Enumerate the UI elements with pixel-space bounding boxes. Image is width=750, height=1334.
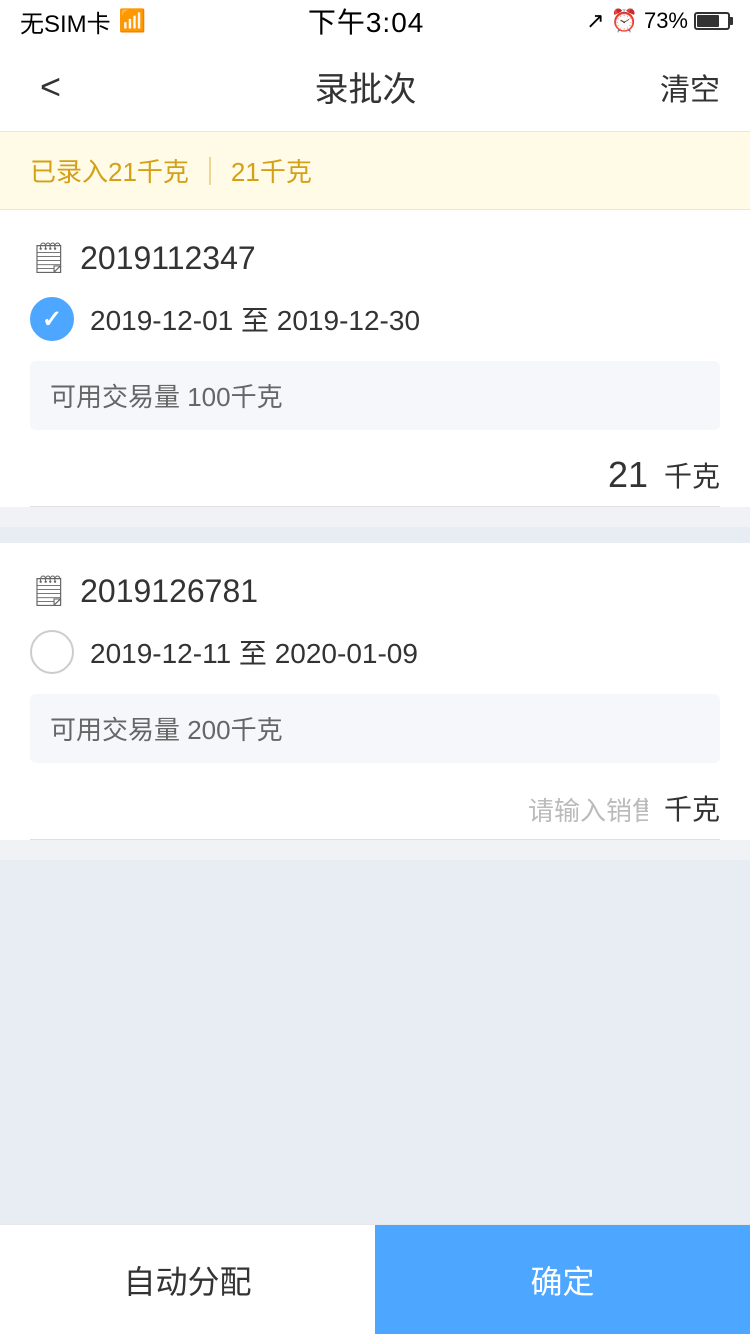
batch-date-1: 2019-12-01 至 2019-12-30 bbox=[90, 299, 420, 339]
batch-header-1: 🗒 2019112347 bbox=[0, 210, 750, 287]
clear-button[interactable]: 清空 bbox=[660, 65, 720, 109]
batch-checkbox-2[interactable] bbox=[30, 630, 74, 674]
summary-bar: 已录入21千克 21千克 bbox=[0, 132, 750, 210]
batch-date-2: 2019-12-11 至 2020-01-09 bbox=[90, 632, 418, 672]
summary-divider bbox=[209, 157, 211, 185]
batch-quantity-divider-1 bbox=[30, 506, 720, 507]
location-icon: ↗ bbox=[586, 8, 604, 34]
wifi-icon: 📶 bbox=[119, 8, 146, 34]
batch-card-1: 🗒 2019112347 2019-12-01 至 2019-12-30 可用交… bbox=[0, 210, 750, 507]
batch-available-1: 可用交易量 100千克 bbox=[30, 361, 720, 430]
status-bar: 无SIM卡 📶 下午3:04 ↗ ⏰ 73% bbox=[0, 0, 750, 42]
batch-header-2: 🗒 2019126781 bbox=[0, 543, 750, 620]
batch-number-2: 2019126781 bbox=[80, 573, 258, 610]
batch-quantity-input-1[interactable] bbox=[528, 454, 648, 496]
status-time: 下午3:04 bbox=[308, 1, 425, 41]
batch-available-2: 可用交易量 200千克 bbox=[30, 694, 720, 763]
empty-area bbox=[0, 860, 750, 1260]
summary-label: 已录入21千克 bbox=[30, 152, 189, 189]
batch-quantity-input-2[interactable] bbox=[528, 787, 648, 829]
carrier-text: 无SIM卡 bbox=[20, 4, 111, 39]
batch-checkbox-1[interactable] bbox=[30, 297, 74, 341]
status-right: ↗ ⏰ 73% bbox=[586, 8, 730, 34]
status-carrier: 无SIM卡 📶 bbox=[20, 4, 146, 39]
batch-quantity-row-1: 千克 bbox=[0, 430, 750, 506]
batch-quantity-row-2: 千克 bbox=[0, 763, 750, 839]
batch-number-1: 2019112347 bbox=[80, 240, 256, 277]
batch-icon-1: 🗒 bbox=[30, 241, 68, 276]
confirm-button[interactable]: 确定 bbox=[375, 1225, 750, 1334]
batch-card-2: 🗒 2019126781 2019-12-11 至 2020-01-09 可用交… bbox=[0, 543, 750, 840]
auto-distribute-button[interactable]: 自动分配 bbox=[0, 1225, 375, 1334]
batch-icon-2: 🗒 bbox=[30, 574, 68, 609]
alarm-icon: ⏰ bbox=[611, 8, 638, 34]
page-title: 录批次 bbox=[315, 62, 417, 111]
battery-icon bbox=[694, 12, 730, 30]
batch-quantity-divider-2 bbox=[30, 839, 720, 840]
batch-date-row-1: 2019-12-01 至 2019-12-30 bbox=[0, 287, 750, 351]
summary-amount: 21千克 bbox=[231, 152, 312, 189]
batch-unit-2: 千克 bbox=[664, 788, 720, 828]
batch-unit-1: 千克 bbox=[664, 455, 720, 495]
batch-date-row-2: 2019-12-11 至 2020-01-09 bbox=[0, 620, 750, 684]
battery-percent: 73% bbox=[644, 8, 688, 34]
section-divider bbox=[0, 527, 750, 543]
nav-bar: < 录批次 清空 bbox=[0, 42, 750, 132]
bottom-bar: 自动分配 确定 bbox=[0, 1224, 750, 1334]
back-button[interactable]: < bbox=[30, 56, 71, 118]
